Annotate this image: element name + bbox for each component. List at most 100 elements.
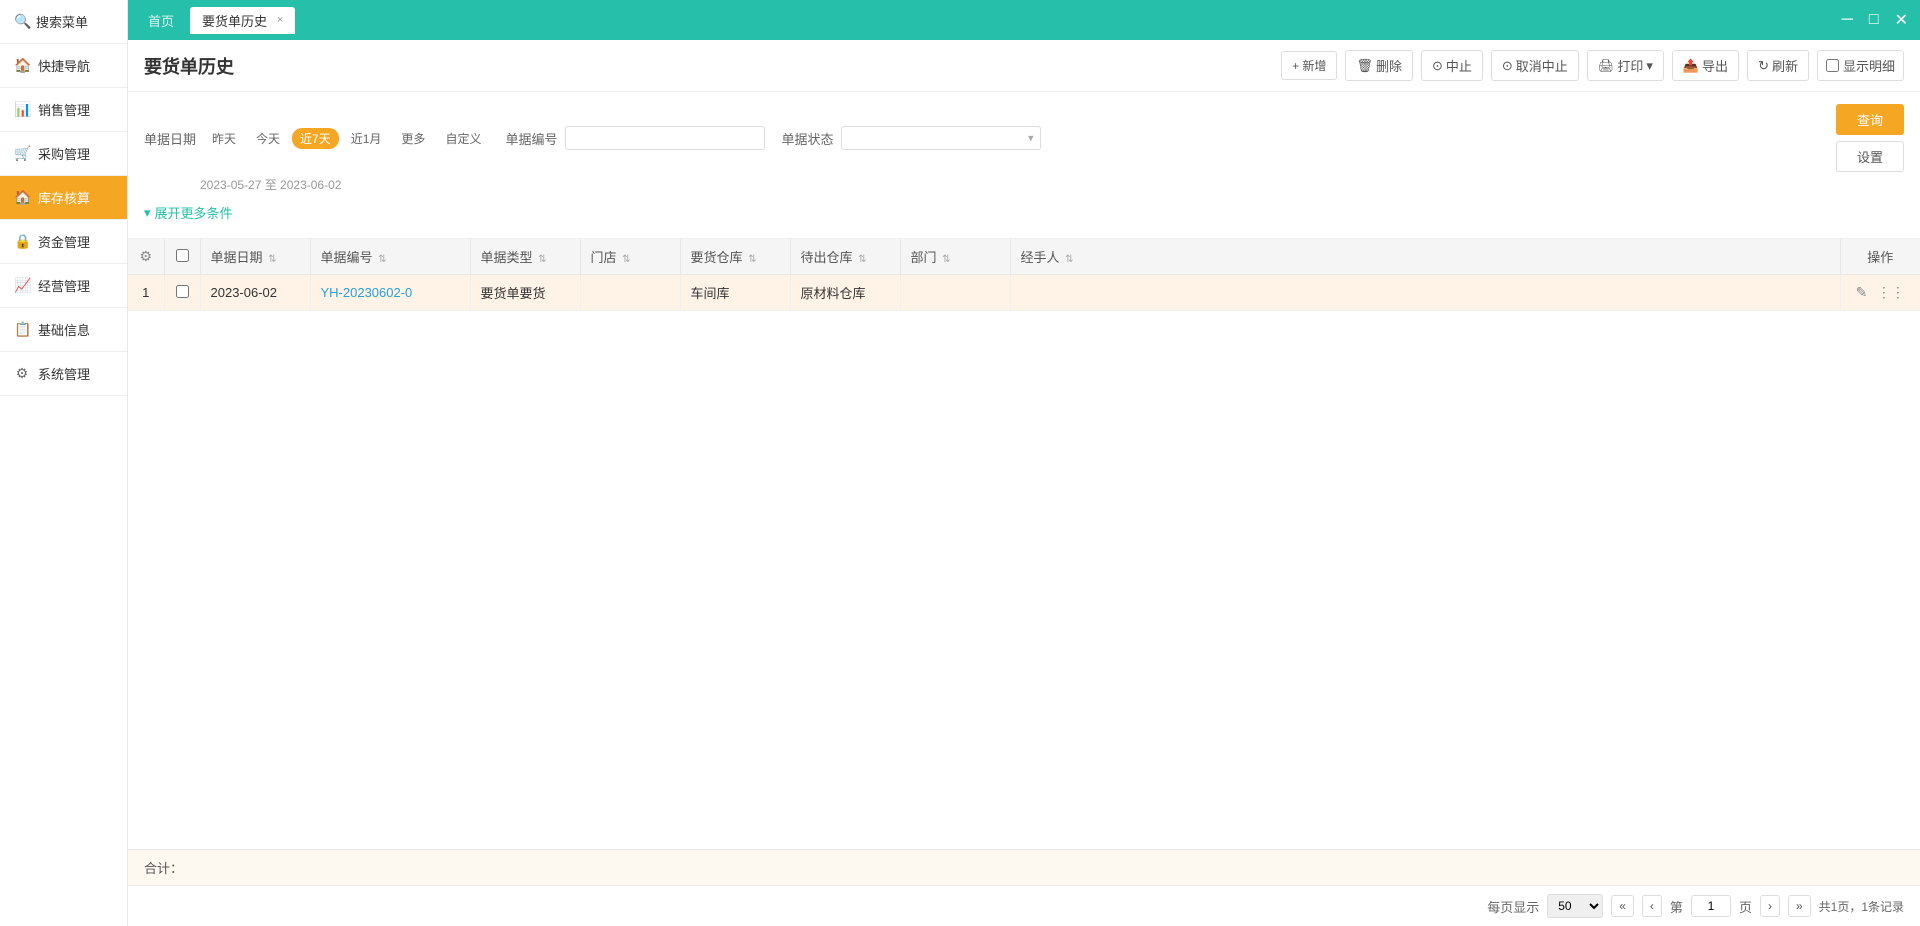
- table-body: 1 2023-06-02 YH-20230602-0 要货单要货 车间库 原材料…: [128, 275, 1920, 311]
- td-doc-type: 要货单要货: [470, 275, 580, 311]
- date-option-7days[interactable]: 近7天: [292, 128, 339, 149]
- refresh-button[interactable]: ↻ 刷新: [1747, 50, 1809, 81]
- sidebar-item-sales[interactable]: 📊 销售管理: [0, 88, 127, 132]
- last-page-button[interactable]: »: [1788, 895, 1811, 917]
- sidebar-item-operations[interactable]: 📈 经营管理: [0, 264, 127, 308]
- show-detail-button[interactable]: 显示明细: [1817, 50, 1904, 81]
- sidebar-item-purchase[interactable]: 🛒 采购管理: [0, 132, 127, 176]
- refresh-icon: ↻: [1758, 58, 1769, 74]
- expand-down-icon: ▾: [144, 205, 151, 221]
- th-doc-no[interactable]: 单据编号 ⇅: [310, 239, 470, 275]
- td-row-num: 1: [128, 275, 164, 311]
- page-size-label: 每页显示: [1487, 897, 1539, 916]
- sidebar-item-system[interactable]: ⚙ 系统管理: [0, 352, 127, 396]
- filter-actions: 查询 设置: [1836, 104, 1904, 172]
- table-row[interactable]: 1 2023-06-02 YH-20230602-0 要货单要货 车间库 原材料…: [128, 275, 1920, 311]
- doc-no-filter-group: 单据编号: [505, 126, 765, 150]
- settings-gear-icon[interactable]: ⚙: [139, 248, 152, 264]
- page-title: 要货单历史: [144, 53, 234, 79]
- suspend-icon: ⊙: [1432, 58, 1443, 74]
- doc-no-link[interactable]: YH-20230602-0: [321, 285, 413, 300]
- filter-area: 单据日期 昨天 今天 近7天 近1月 更多 自定义 单据编号: [128, 92, 1920, 239]
- window-minimize-button[interactable]: ─: [1838, 9, 1857, 31]
- pagination: 每页显示 50 10 20 100 « ‹ 第 页 › » 共1页，1条记录: [128, 885, 1920, 926]
- sort-icon: ⇅: [268, 254, 276, 265]
- th-doc-type[interactable]: 单据类型 ⇅: [470, 239, 580, 275]
- sidebar-item-basic-info[interactable]: 📋 基础信息: [0, 308, 127, 352]
- window-maximize-button[interactable]: □: [1865, 9, 1883, 31]
- date-option-1month[interactable]: 近1月: [343, 128, 390, 149]
- th-settings[interactable]: ⚙: [128, 239, 164, 275]
- first-page-button[interactable]: «: [1611, 895, 1634, 917]
- select-all-checkbox[interactable]: [176, 249, 189, 262]
- sidebar-item-quick-nav[interactable]: 🏠 快捷导航: [0, 44, 127, 88]
- tab-home[interactable]: 首页: [136, 7, 186, 34]
- sidebar-item-label: 经营管理: [38, 276, 90, 295]
- show-detail-checkbox[interactable]: [1826, 59, 1839, 72]
- edit-icon[interactable]: ✎: [1856, 284, 1868, 300]
- th-wait-warehouse-label: 待出仓库: [801, 250, 853, 265]
- data-table: ⚙ 单据日期 ⇅ 单据编号 ⇅: [128, 239, 1920, 311]
- date-option-more[interactable]: 更多: [393, 128, 433, 149]
- date-options: 昨天 今天 近7天 近1月 更多 自定义: [204, 128, 489, 149]
- page-number-input[interactable]: [1691, 895, 1731, 917]
- suspend-button[interactable]: ⊙ 中止: [1421, 50, 1483, 81]
- td-wait-warehouse: 原材料仓库: [790, 275, 900, 311]
- td-operation: ✎ ⋮⋮: [1840, 275, 1920, 311]
- date-range-display: 2023-05-27 至 2023-06-02: [144, 176, 1904, 193]
- th-doc-date-label: 单据日期: [211, 250, 263, 265]
- table-area: ⚙ 单据日期 ⇅ 单据编号 ⇅: [128, 239, 1920, 849]
- sidebar-search[interactable]: 🔍 搜索菜单: [0, 0, 127, 44]
- th-handler-label: 经手人: [1021, 250, 1060, 265]
- lock-icon: 🔒: [14, 233, 30, 250]
- th-req-warehouse[interactable]: 要货仓库 ⇅: [680, 239, 790, 275]
- tab-req-history[interactable]: 要货单历史 ×: [190, 7, 295, 34]
- th-doc-date[interactable]: 单据日期 ⇅: [200, 239, 310, 275]
- main-area: 首页 要货单历史 × ─ □ ✕ 要货单历史 + 新增 🗑 删除 ⊙: [128, 0, 1920, 926]
- date-option-today[interactable]: 今天: [248, 128, 288, 149]
- sidebar-item-inventory[interactable]: 🏠 库存核算: [0, 176, 127, 220]
- table-header: ⚙ 单据日期 ⇅ 单据编号 ⇅: [128, 239, 1920, 275]
- th-store[interactable]: 门店 ⇅: [580, 239, 680, 275]
- next-page-button[interactable]: ›: [1760, 895, 1780, 917]
- add-button[interactable]: + 新增: [1281, 51, 1337, 80]
- doc-status-select-wrap: [841, 126, 1041, 150]
- th-doc-type-label: 单据类型: [481, 250, 533, 265]
- date-filter-group: 单据日期 昨天 今天 近7天 近1月 更多 自定义: [144, 128, 489, 149]
- tab-close-icon[interactable]: ×: [277, 14, 283, 26]
- chart-icon: 📊: [14, 101, 30, 118]
- print-button[interactable]: 🖨 打印 ▾: [1587, 50, 1664, 81]
- more-action-icon[interactable]: ⋮⋮: [1877, 284, 1905, 300]
- prev-page-button[interactable]: ‹: [1642, 895, 1662, 917]
- th-store-label: 门店: [591, 250, 617, 265]
- sort-icon: ⇅: [622, 254, 630, 265]
- date-option-custom[interactable]: 自定义: [437, 128, 489, 149]
- expand-more-button[interactable]: ▾ 展开更多条件: [144, 199, 1904, 226]
- th-check[interactable]: [164, 239, 200, 275]
- inventory-icon: 🏠: [14, 189, 30, 206]
- sidebar-item-label: 采购管理: [38, 144, 90, 163]
- home-icon: 🏠: [14, 57, 30, 74]
- sidebar-item-label: 系统管理: [38, 364, 90, 383]
- delete-button[interactable]: 🗑 删除: [1345, 50, 1413, 81]
- th-handler[interactable]: 经手人 ⇅: [1010, 239, 1840, 275]
- cancel-suspend-button[interactable]: ⊙ 取消中止: [1491, 50, 1579, 81]
- td-handler: [1010, 275, 1840, 311]
- td-check[interactable]: [164, 275, 200, 311]
- sidebar-item-label: 销售管理: [38, 100, 90, 119]
- date-option-yesterday[interactable]: 昨天: [204, 128, 244, 149]
- filter-settings-button[interactable]: 设置: [1836, 141, 1904, 172]
- doc-no-input[interactable]: [565, 126, 765, 150]
- doc-status-filter-group: 单据状态: [781, 126, 1041, 150]
- doc-status-select[interactable]: [841, 126, 1041, 150]
- page-size-select[interactable]: 50 10 20 100: [1547, 894, 1603, 918]
- sidebar-item-finance[interactable]: 🔒 资金管理: [0, 220, 127, 264]
- window-close-button[interactable]: ✕: [1891, 8, 1912, 32]
- td-dept: [900, 275, 1010, 311]
- row-checkbox[interactable]: [176, 285, 189, 298]
- query-button[interactable]: 查询: [1836, 104, 1904, 135]
- th-wait-warehouse[interactable]: 待出仓库 ⇅: [790, 239, 900, 275]
- export-button[interactable]: 📤 导出: [1672, 50, 1739, 81]
- th-dept[interactable]: 部门 ⇅: [900, 239, 1010, 275]
- td-doc-no: YH-20230602-0: [310, 275, 470, 311]
